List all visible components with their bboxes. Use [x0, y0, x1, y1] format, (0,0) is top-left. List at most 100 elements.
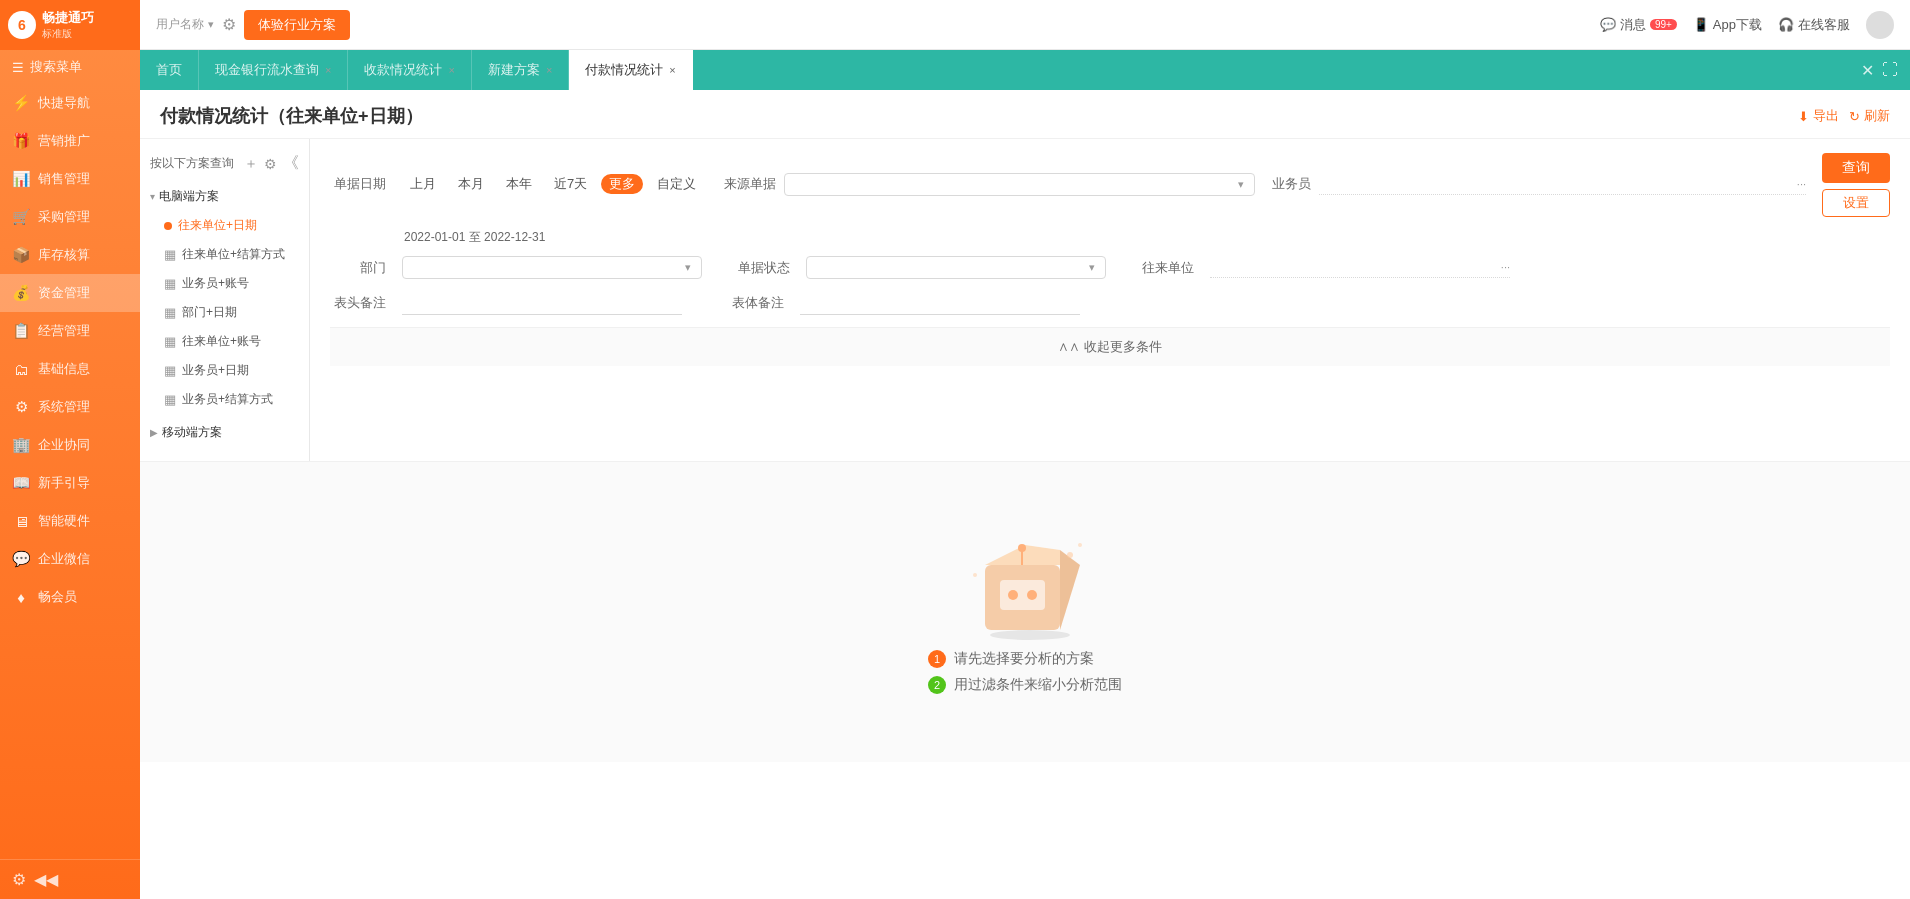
sidebar-item-system[interactable]: ⚙ 系统管理	[0, 388, 140, 426]
partner-label: 往来单位	[1138, 259, 1194, 277]
scheme-item-dept-date[interactable]: ▦ 部门+日期	[140, 298, 309, 327]
dept-select[interactable]: ▾	[402, 256, 702, 279]
filter-row-dept: 部门 ▾ 单据状态 ▾ 往来单位 ···	[330, 256, 1890, 279]
tab-bank-flow[interactable]: 现金银行流水查询 ×	[199, 50, 348, 90]
sidebar-item-basic[interactable]: 🗂 基础信息	[0, 350, 140, 388]
footer-gear-icon[interactable]: ⚙	[12, 870, 26, 889]
sidebar-item-marketing[interactable]: 🎁 营销推广	[0, 122, 140, 160]
staff-select[interactable]: ···	[1319, 174, 1806, 195]
svg-point-11	[973, 573, 977, 577]
sidebar-collapse-icon[interactable]: ◀◀	[34, 870, 58, 889]
user-avatar[interactable]	[1866, 11, 1894, 39]
sidebar-item-purchase[interactable]: 🛒 采购管理	[0, 198, 140, 236]
tab-home[interactable]: 首页	[140, 50, 199, 90]
filter-row-notes: 表头备注 表体备注	[330, 291, 1890, 315]
scheme-grid-icon: ▦	[164, 276, 176, 291]
collapse-more-button[interactable]: ∧∧ 收起更多条件	[330, 327, 1890, 366]
svg-rect-4	[1000, 580, 1045, 610]
dept-label: 部门	[330, 259, 386, 277]
export-label: 导出	[1813, 107, 1839, 125]
scheme-item-unit-settle[interactable]: ▦ 往来单位+结算方式	[140, 240, 309, 269]
date-option-last-month[interactable]: 上月	[402, 173, 444, 195]
service-item[interactable]: 🎧 在线客服	[1778, 16, 1850, 34]
page-header: 付款情况统计（往来单位+日期） ⬇ 导出 ↻ 刷新	[140, 90, 1910, 139]
scheme-item-label: 部门+日期	[182, 304, 237, 321]
scheme-item-unit-date[interactable]: 往来单位+日期	[140, 211, 309, 240]
filter-row-date: 单据日期 上月 本月 本年 近7天 更多 自定义 来源单据	[330, 151, 1890, 217]
tab-payment[interactable]: 付款情况统计 ×	[569, 50, 692, 90]
date-option-this-month[interactable]: 本月	[450, 173, 492, 195]
tab-payment-close[interactable]: ×	[669, 64, 675, 76]
user-dropdown-icon[interactable]: ▾	[208, 18, 214, 31]
sidebar-item-wechat[interactable]: 💬 企业微信	[0, 540, 140, 578]
mobile-group-header[interactable]: ▶ 移动端方案	[140, 418, 309, 447]
sidebar-item-quick-nav[interactable]: ⚡ 快捷导航	[0, 84, 140, 122]
scheme-item-staff-settle[interactable]: ▦ 业务员+结算方式	[140, 385, 309, 414]
schemes-collapse-button[interactable]: 《	[283, 153, 299, 174]
sidebar-item-hardware[interactable]: 🖥 智能硬件	[0, 502, 140, 540]
tab-receivable-close[interactable]: ×	[448, 64, 454, 76]
filter-settings-button[interactable]: 设置	[1822, 189, 1890, 217]
sidebar-item-sales[interactable]: 📊 销售管理	[0, 160, 140, 198]
export-button[interactable]: ⬇ 导出	[1798, 107, 1839, 125]
scheme-settings-button[interactable]: ⚙	[264, 156, 277, 172]
doc-status-select[interactable]: ▾	[806, 256, 1106, 279]
desktop-group-header[interactable]: ▾ 电脑端方案	[140, 182, 309, 211]
source-select[interactable]: ▾	[784, 173, 1255, 196]
page-title: 付款情况统计（往来单位+日期）	[160, 104, 423, 128]
sidebar-item-member[interactable]: ♦ 畅会员	[0, 578, 140, 616]
sidebar-item-label: 新手引导	[38, 474, 90, 492]
scheme-item-staff-account[interactable]: ▦ 业务员+账号	[140, 269, 309, 298]
hardware-icon: 🖥	[12, 513, 30, 530]
date-range-row: 2022-01-01 至 2022-12-31	[330, 229, 1890, 246]
staff-dropdown-icon: ···	[1797, 178, 1806, 190]
search-menu-item[interactable]: ☰ 搜索菜单	[0, 50, 140, 84]
sidebar-item-corp[interactable]: 🏢 企业协同	[0, 426, 140, 464]
page-content: 付款情况统计（往来单位+日期） ⬇ 导出 ↻ 刷新 按以下方案查询	[140, 90, 1910, 899]
schemes-header: 按以下方案查询 ＋ ⚙ 《	[140, 149, 309, 182]
schemes-header-label: 按以下方案查询	[150, 155, 234, 172]
scheme-item-unit-account[interactable]: ▦ 往来单位+账号	[140, 327, 309, 356]
body-note-input[interactable]	[800, 291, 1080, 315]
sidebar-item-ops[interactable]: 📋 经营管理	[0, 312, 140, 350]
tab-home-label: 首页	[156, 61, 182, 79]
date-label: 单据日期	[330, 175, 386, 193]
scheme-item-label: 往来单位+日期	[178, 217, 257, 234]
scheme-item-staff-date[interactable]: ▦ 业务员+日期	[140, 356, 309, 385]
body-note-label: 表体备注	[728, 294, 784, 312]
sidebar-item-inventory[interactable]: 📦 库存核算	[0, 236, 140, 274]
refresh-button[interactable]: ↻ 刷新	[1849, 107, 1890, 125]
date-option-more[interactable]: 更多	[601, 174, 643, 194]
tab-bank-flow-close[interactable]: ×	[325, 64, 331, 76]
app-download-item[interactable]: 📱 App下载	[1693, 16, 1762, 34]
mobile-group-label: 移动端方案	[162, 424, 222, 441]
sidebar-item-guide[interactable]: 📖 新手引导	[0, 464, 140, 502]
partner-select[interactable]: ···	[1210, 257, 1510, 278]
notifications-item[interactable]: 💬 消息 99+	[1600, 16, 1677, 34]
headset-icon: 🎧	[1778, 17, 1794, 32]
date-option-custom[interactable]: 自定义	[649, 173, 704, 195]
schemes-panel: 按以下方案查询 ＋ ⚙ 《 ▾ 电脑端方案 往来单位+日期	[140, 139, 310, 461]
scheme-active-dot	[164, 222, 172, 230]
filter-actions: 查询 设置	[1822, 151, 1890, 217]
tabs-expand-icon[interactable]: ⛶	[1882, 61, 1898, 79]
date-option-this-year[interactable]: 本年	[498, 173, 540, 195]
tab-receivable[interactable]: 收款情况统计 ×	[348, 50, 471, 90]
inventory-icon: 📦	[12, 246, 30, 264]
refresh-label: 刷新	[1864, 107, 1890, 125]
topbar-settings-icon[interactable]: ⚙	[222, 15, 236, 34]
tab-new-plan-close[interactable]: ×	[546, 64, 552, 76]
sidebar-item-label: 企业协同	[38, 436, 90, 454]
date-option-7days[interactable]: 近7天	[546, 173, 595, 195]
tabs-close-all-icon[interactable]: ✕	[1861, 61, 1874, 80]
header-note-input[interactable]	[402, 291, 682, 315]
page-actions: ⬇ 导出 ↻ 刷新	[1798, 107, 1890, 125]
add-scheme-button[interactable]: ＋	[244, 155, 258, 173]
query-button[interactable]: 查询	[1822, 153, 1890, 183]
scheme-item-label: 业务员+日期	[182, 362, 249, 379]
svg-point-8	[1018, 544, 1026, 552]
filter-col-staff: 业务员 ···	[1271, 174, 1806, 195]
sidebar-item-finance[interactable]: 💰 资金管理	[0, 274, 140, 312]
try-industry-button[interactable]: 体验行业方案	[244, 10, 350, 40]
tab-new-plan[interactable]: 新建方案 ×	[472, 50, 569, 90]
